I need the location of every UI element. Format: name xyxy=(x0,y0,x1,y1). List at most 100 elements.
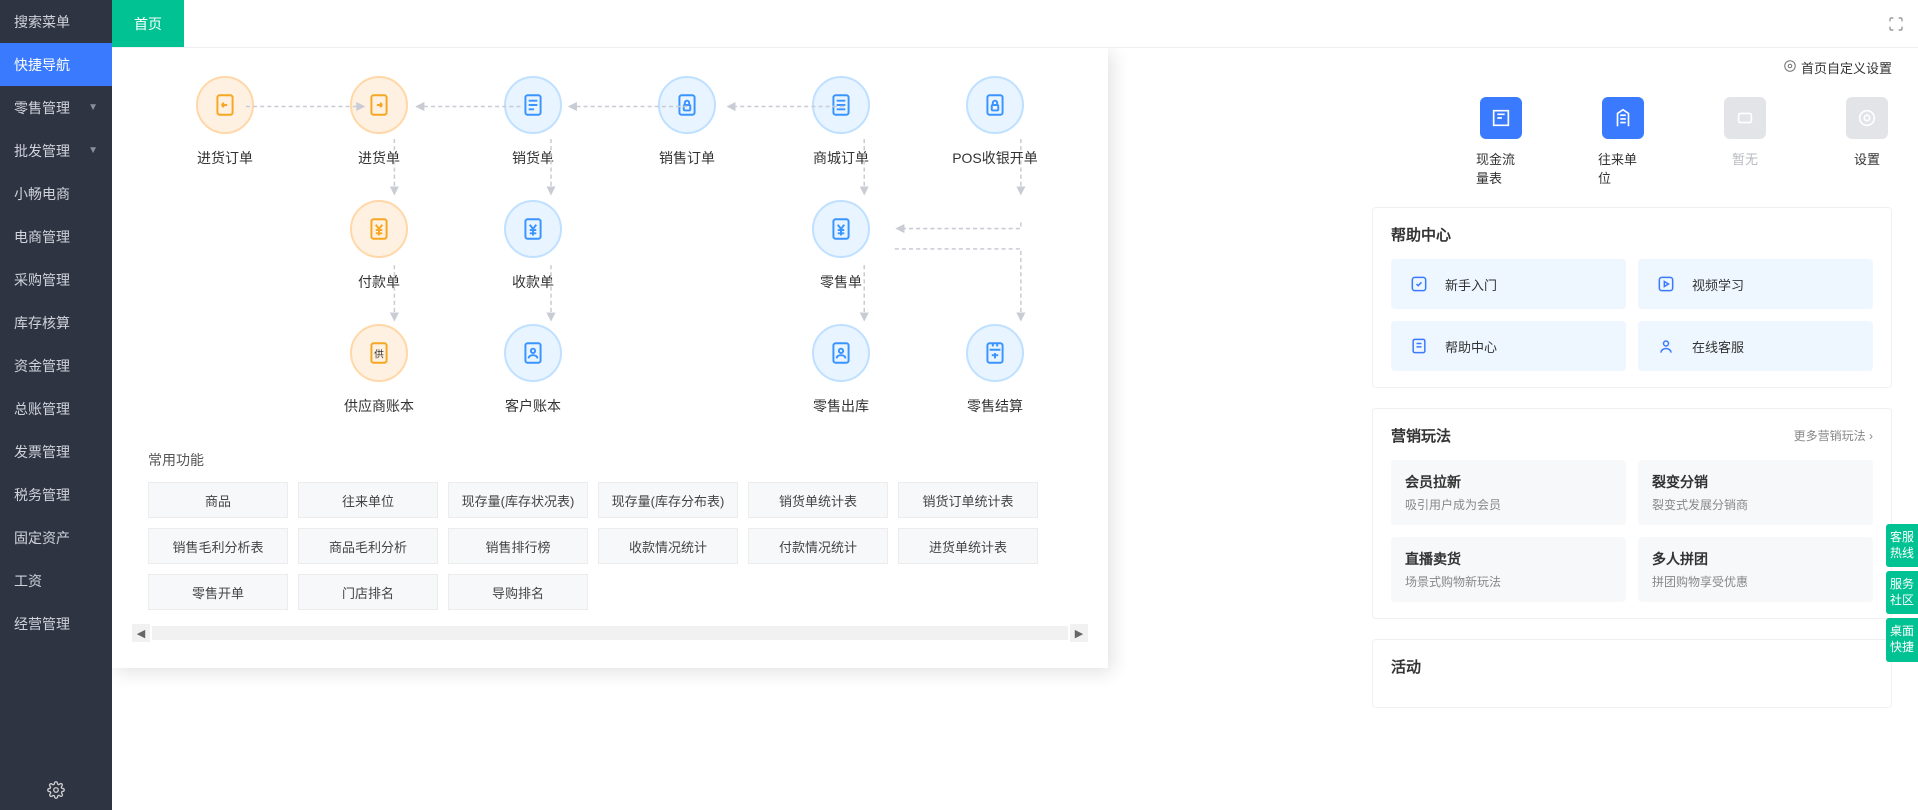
common-fn-7[interactable]: 商品毛利分析 xyxy=(298,528,438,564)
common-fn-14[interactable]: 导购排名 xyxy=(448,574,588,610)
quick-shortcut-3[interactable]: 设置 xyxy=(1842,97,1892,168)
common-fn-12[interactable]: 零售开单 xyxy=(148,574,288,610)
common-fn-4[interactable]: 销货单统计表 xyxy=(748,482,888,518)
sidebar-item-label: 批发管理 xyxy=(14,141,70,161)
sidebar-item-8[interactable]: 资金管理 xyxy=(0,344,112,387)
sidebar-item-6[interactable]: 采购管理 xyxy=(0,258,112,301)
common-fn-3[interactable]: 现存量(库存分布表) xyxy=(598,482,738,518)
shortcut-icon xyxy=(1480,97,1522,139)
sidebar-item-0[interactable]: 搜索菜单 xyxy=(0,0,112,43)
sidebar-item-label: 电商管理 xyxy=(14,227,70,247)
sidebar-item-9[interactable]: 总账管理 xyxy=(0,387,112,430)
help-item-1[interactable]: 视频学习 xyxy=(1638,259,1873,309)
mkt-desc: 拼团购物享受优惠 xyxy=(1652,573,1859,590)
help-item-3[interactable]: 在线客服 xyxy=(1638,321,1873,371)
quick-shortcut-1[interactable]: 往来单位 xyxy=(1598,97,1648,187)
mkt-title: 多人拼团 xyxy=(1652,549,1859,569)
doc-user-icon xyxy=(812,324,870,382)
tab-home[interactable]: 首页 xyxy=(112,0,184,47)
common-fn-11[interactable]: 进货单统计表 xyxy=(898,528,1038,564)
common-fn-5[interactable]: 销货订单统计表 xyxy=(898,482,1038,518)
help-item-2[interactable]: 帮助中心 xyxy=(1391,321,1626,371)
sidebar-item-label: 零售管理 xyxy=(14,98,70,118)
marketing-item-0[interactable]: 会员拉新吸引用户成为会员 xyxy=(1391,460,1626,525)
quick-shortcut-0[interactable]: 现金流量表 xyxy=(1476,97,1526,187)
sidebar-item-label: 库存核算 xyxy=(14,313,70,333)
sidebar-item-12[interactable]: 固定资产 xyxy=(0,516,112,559)
shortcut-icon xyxy=(1602,97,1644,139)
homepage-custom-settings[interactable]: 首页自定义设置 xyxy=(1783,58,1892,77)
marketing-item-2[interactable]: 直播卖货场景式购物新玩法 xyxy=(1391,537,1626,602)
sidebar-item-2[interactable]: 零售管理▼ xyxy=(0,86,112,129)
sidebar-item-label: 固定资产 xyxy=(14,528,70,548)
sidebar-item-10[interactable]: 发票管理 xyxy=(0,430,112,473)
scroll-right-button[interactable]: ▶ xyxy=(1070,624,1088,642)
float-tag-2[interactable]: 桌面快捷 xyxy=(1886,618,1918,661)
float-tags: 客服热线服务社区桌面快捷 xyxy=(1886,524,1918,662)
fullscreen-button[interactable] xyxy=(1874,0,1918,47)
flow-node-10[interactable]: 客户账本 xyxy=(458,324,608,444)
doc-supply-icon: 供 xyxy=(350,324,408,382)
sidebar-item-3[interactable]: 批发管理 ▼ xyxy=(0,129,112,172)
chevron-down-icon: ▼ xyxy=(88,145,98,156)
sidebar-item-14[interactable]: 经营管理 xyxy=(0,602,112,645)
sidebar-item-13[interactable]: 工资 xyxy=(0,559,112,602)
content: 进货订单进货单 销货单销售订单商城订单 POS收银开单付款单 收款单 零售单供供应商账本… xyxy=(112,48,1918,810)
float-tag-0[interactable]: 客服热线 xyxy=(1886,524,1918,567)
sidebar-item-label: 资金管理 xyxy=(14,356,70,376)
scroll-left-button[interactable]: ◀ xyxy=(132,624,150,642)
flow-node-8[interactable]: 零售单 xyxy=(766,200,916,320)
sidebar-item-7[interactable]: 库存核算 xyxy=(0,301,112,344)
sidebar-item-label: 工资 xyxy=(14,571,42,591)
flow-node-12[interactable]: 零售结算 xyxy=(920,324,1070,444)
flow-node-1[interactable]: 进货单 xyxy=(304,76,454,196)
flow-node-label: 付款单 xyxy=(358,272,400,292)
flow-node-7[interactable]: 收款单 xyxy=(458,200,608,320)
quick-shortcut-2[interactable]: 暂无 xyxy=(1720,97,1770,168)
common-fn-9[interactable]: 收款情况统计 xyxy=(598,528,738,564)
right-column: 首页自定义设置 现金流量表往来单位暂无设置 帮助中心 新手入门视频学习帮助中心在… xyxy=(1358,48,1918,708)
common-fn-2[interactable]: 现存量(库存状况表) xyxy=(448,482,588,518)
sidebar-item-label: 经营管理 xyxy=(14,614,70,634)
marketing-title: 营销玩法 xyxy=(1391,425,1451,446)
flow-node-6[interactable]: 付款单 xyxy=(304,200,454,320)
horizontal-scrollbar[interactable]: ◀ ▶ xyxy=(132,624,1088,642)
flow-node-0[interactable]: 进货订单 xyxy=(150,76,300,196)
marketing-item-3[interactable]: 多人拼团拼团购物享受优惠 xyxy=(1638,537,1873,602)
help-item-0[interactable]: 新手入门 xyxy=(1391,259,1626,309)
common-fn-1[interactable]: 往来单位 xyxy=(298,482,438,518)
help-title: 帮助中心 xyxy=(1391,224,1451,245)
shortcut-label: 设置 xyxy=(1854,149,1880,168)
common-fn-13[interactable]: 门店排名 xyxy=(298,574,438,610)
flow-node-11[interactable]: 零售出库 xyxy=(766,324,916,444)
common-fn-8[interactable]: 销售排行榜 xyxy=(448,528,588,564)
flow-node-label: 进货单 xyxy=(358,148,400,168)
common-fn-6[interactable]: 销售毛利分析表 xyxy=(148,528,288,564)
sidebar-item-11[interactable]: 税务管理 xyxy=(0,473,112,516)
sidebar: 搜索菜单快捷导航零售管理▼ 批发管理 ▼ 小畅电商电商管理采购管理库存核算资金管理总账… xyxy=(0,0,112,810)
scroll-track[interactable] xyxy=(152,626,1068,640)
flow-node-4[interactable]: 商城订单 xyxy=(766,76,916,196)
doc-check-icon xyxy=(504,76,562,134)
sidebar-item-1[interactable]: 快捷导航 xyxy=(0,43,112,86)
shortcut-icon xyxy=(1724,97,1766,139)
flow-node-label: 收款单 xyxy=(512,272,554,292)
flow-node-9[interactable]: 供供应商账本 xyxy=(304,324,454,444)
flow-node-label: 供应商账本 xyxy=(344,396,414,416)
flow-node-label: 客户账本 xyxy=(505,396,561,416)
flow-node-label: POS收银开单 xyxy=(952,148,1038,168)
common-fn-0[interactable]: 商品 xyxy=(148,482,288,518)
flow-node-2[interactable]: 销货单 xyxy=(458,76,608,196)
sidebar-item-4[interactable]: 小畅电商 xyxy=(0,172,112,215)
shortcut-icon xyxy=(1846,97,1888,139)
marketing-more[interactable]: 更多营销玩法 › xyxy=(1794,427,1873,444)
help-center-panel: 帮助中心 新手入门视频学习帮助中心在线客服 xyxy=(1372,207,1892,388)
sidebar-settings[interactable] xyxy=(0,770,112,810)
marketing-item-1[interactable]: 裂变分销裂变式发展分销商 xyxy=(1638,460,1873,525)
doc-arrow-left-icon xyxy=(196,76,254,134)
flow-node-5[interactable]: POS收银开单 xyxy=(920,76,1070,196)
flow-node-3[interactable]: 销售订单 xyxy=(612,76,762,196)
sidebar-item-5[interactable]: 电商管理 xyxy=(0,215,112,258)
float-tag-1[interactable]: 服务社区 xyxy=(1886,571,1918,614)
common-fn-10[interactable]: 付款情况统计 xyxy=(748,528,888,564)
